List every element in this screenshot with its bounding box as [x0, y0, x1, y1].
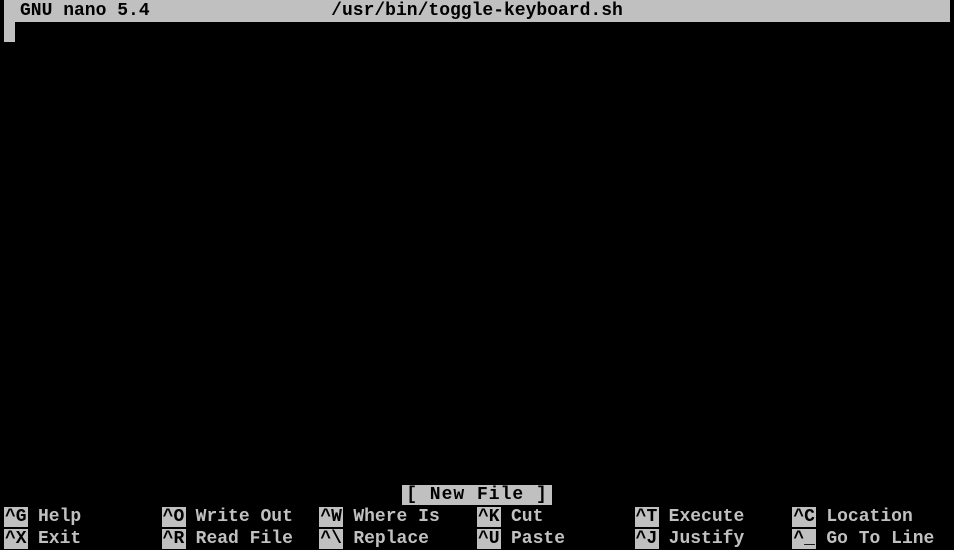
shortcut-bar: ^G Help ^O Write Out ^W Where Is ^K Cut …: [4, 506, 950, 550]
status-message: [ New File ]: [402, 485, 552, 505]
shortcut-key: ^U: [477, 529, 501, 549]
shortcut-label: Read File: [186, 529, 293, 549]
shortcut-label: Cut: [501, 507, 543, 527]
shortcut-paste[interactable]: ^U Paste: [477, 528, 635, 550]
shortcut-key: ^T: [635, 507, 659, 527]
shortcut-label: Replace: [343, 529, 429, 549]
shortcut-label: Paste: [501, 529, 565, 549]
shortcut-key: ^G: [4, 507, 28, 527]
shortcut-key: ^K: [477, 507, 501, 527]
shortcut-gotoline[interactable]: ^_ Go To Line: [792, 528, 950, 550]
title-bar: GNU nano 5.4 /usr/bin/toggle-keyboard.sh: [0, 0, 954, 22]
shortcut-key: ^X: [4, 529, 28, 549]
shortcut-label: Exit: [28, 529, 81, 549]
shortcut-label: Location: [816, 507, 912, 527]
shortcut-key: ^W: [319, 507, 343, 527]
app-name: GNU nano 5.4: [6, 1, 150, 21]
shortcut-key: ^O: [162, 507, 186, 527]
shortcut-exit[interactable]: ^X Exit: [4, 528, 162, 550]
text-cursor: [4, 22, 15, 42]
shortcut-label: Help: [28, 507, 81, 527]
status-line: [ New File ]: [0, 484, 954, 506]
shortcut-key: ^\: [319, 529, 343, 549]
shortcut-label: Where Is: [343, 507, 439, 527]
shortcut-label: Go To Line: [816, 529, 934, 549]
shortcut-label: Write Out: [186, 507, 293, 527]
shortcut-whereis[interactable]: ^W Where Is: [319, 506, 477, 528]
shortcut-execute[interactable]: ^T Execute: [635, 506, 793, 528]
shortcut-label: Execute: [659, 507, 745, 527]
shortcut-justify[interactable]: ^J Justify: [635, 528, 793, 550]
shortcut-key: ^_: [792, 529, 816, 549]
shortcut-writeout[interactable]: ^O Write Out: [162, 506, 320, 528]
editor-area[interactable]: [4, 22, 950, 482]
shortcut-cut[interactable]: ^K Cut: [477, 506, 635, 528]
shortcut-key: ^J: [635, 529, 659, 549]
shortcut-readfile[interactable]: ^R Read File: [162, 528, 320, 550]
shortcut-key: ^C: [792, 507, 816, 527]
shortcut-label: Justify: [659, 529, 745, 549]
shortcut-replace[interactable]: ^\ Replace: [319, 528, 477, 550]
shortcut-help[interactable]: ^G Help: [4, 506, 162, 528]
shortcut-key: ^R: [162, 529, 186, 549]
file-path: /usr/bin/toggle-keyboard.sh: [331, 1, 623, 21]
shortcut-location[interactable]: ^C Location: [792, 506, 950, 528]
